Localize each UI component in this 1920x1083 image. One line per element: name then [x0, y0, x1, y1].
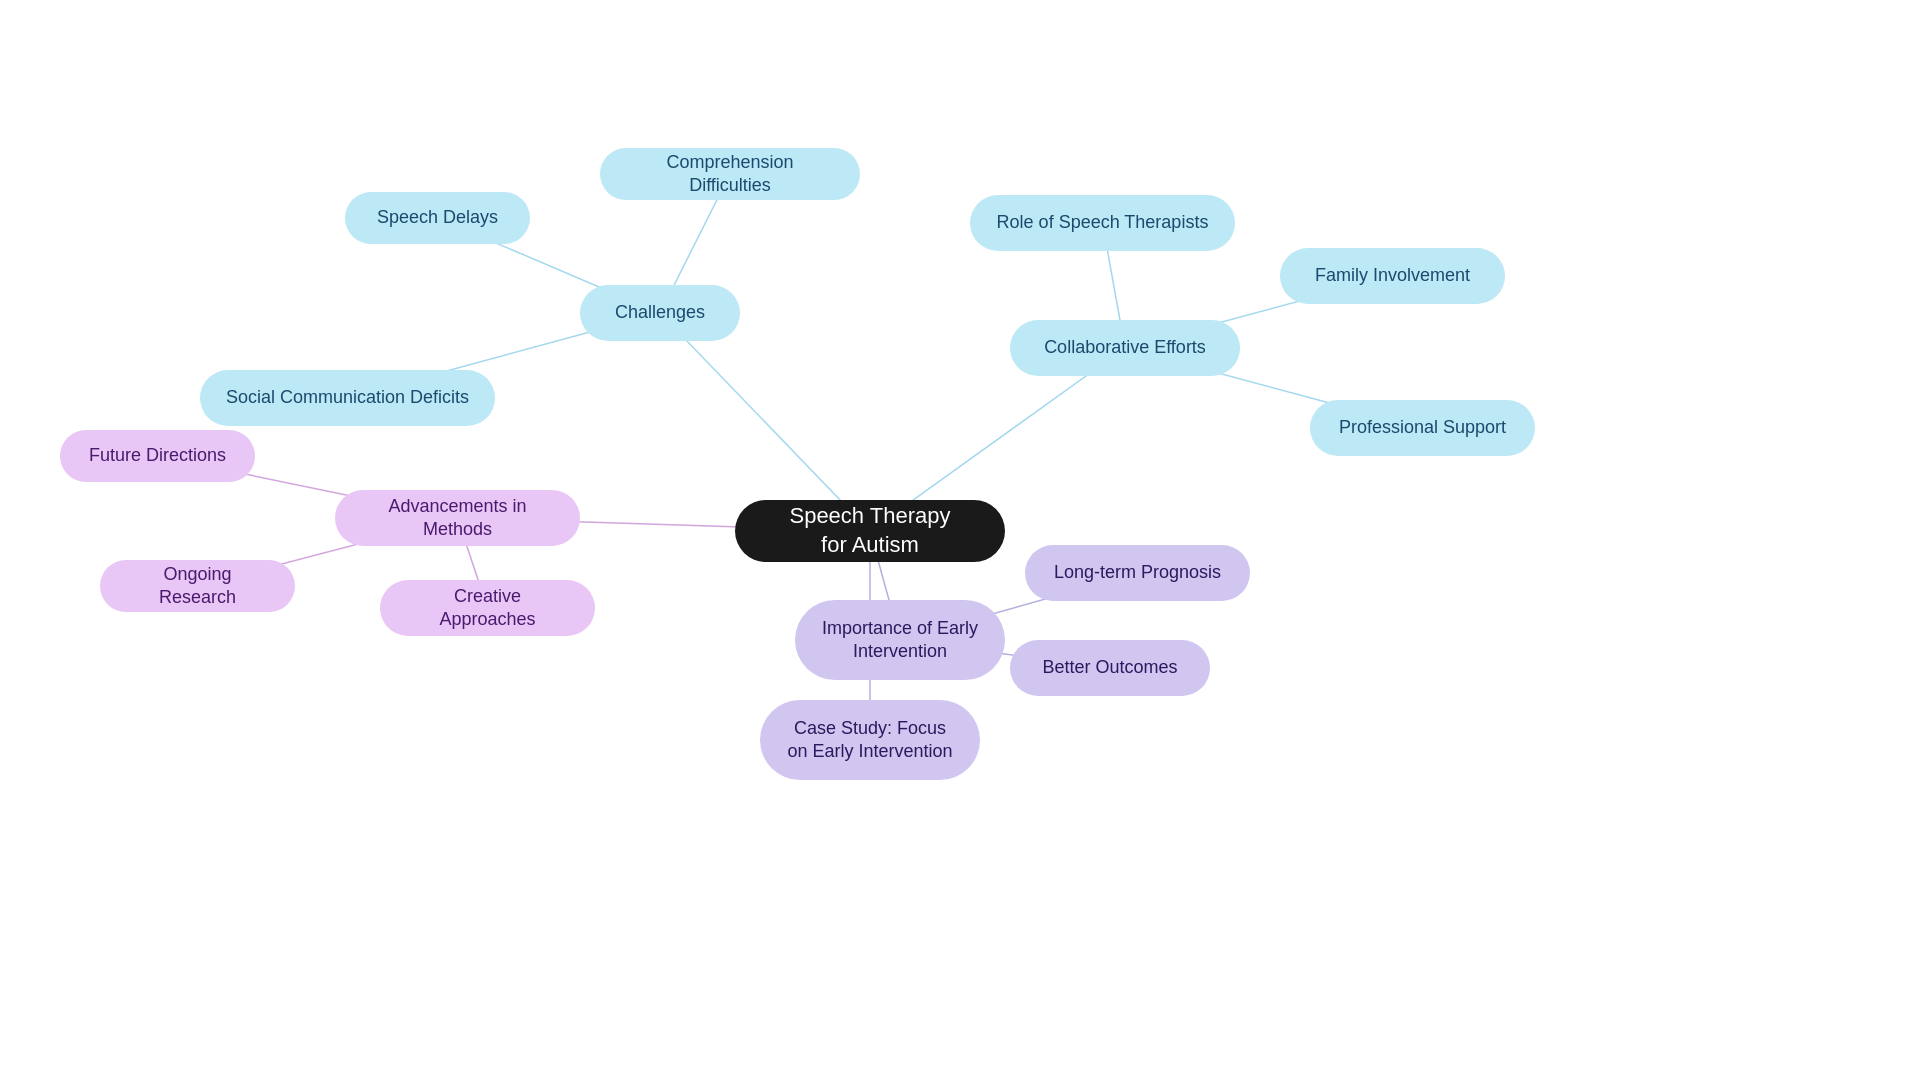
advancements-node: Advancements in Methods — [335, 490, 580, 546]
ongoing-research-node: Ongoing Research — [100, 560, 295, 612]
svg-line-0 — [660, 313, 870, 531]
family-involvement-node: Family Involvement — [1280, 248, 1505, 304]
future-directions-node: Future Directions — [60, 430, 255, 482]
case-study-node: Case Study: Focus on Early Intervention — [760, 700, 980, 780]
better-outcomes-node: Better Outcomes — [1010, 640, 1210, 696]
comprehension-node: Comprehension Difficulties — [600, 148, 860, 200]
role-therapists-node: Role of Speech Therapists — [970, 195, 1235, 251]
speech-delays-node: Speech Delays — [345, 192, 530, 244]
challenges-node: Challenges — [580, 285, 740, 341]
creative-approaches-node: Creative Approaches — [380, 580, 595, 636]
center-node: Speech Therapy for Autism — [735, 500, 1005, 562]
social-comm-node: Social Communication Deficits — [200, 370, 495, 426]
collaborative-node: Collaborative Efforts — [1010, 320, 1240, 376]
professional-support-node: Professional Support — [1310, 400, 1535, 456]
early-intervention-node: Importance of Early Intervention — [795, 600, 1005, 680]
long-term-prognosis-node: Long-term Prognosis — [1025, 545, 1250, 601]
